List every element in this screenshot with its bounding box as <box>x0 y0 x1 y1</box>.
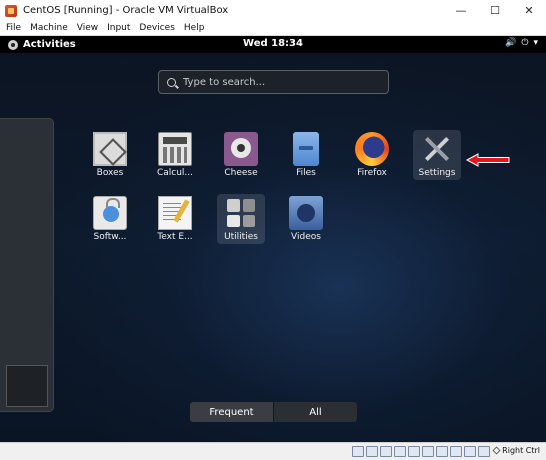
cheese-icon <box>224 132 258 166</box>
text-editor-icon <box>158 196 192 230</box>
app-utilities[interactable]: Utilities <box>217 194 265 244</box>
network-icon[interactable] <box>394 446 406 457</box>
app-software[interactable]: Softw... <box>86 196 134 242</box>
app-label: Settings <box>418 168 456 178</box>
app-label: Utilities <box>224 232 258 242</box>
volume-icon: 🔊 <box>505 38 517 48</box>
app-cheese[interactable]: Cheese <box>217 132 265 178</box>
vm-status-bar: Right Ctrl <box>0 442 546 460</box>
system-tray[interactable]: 🔊 ⏻ ▾ <box>505 38 538 48</box>
tab-all[interactable]: All <box>274 402 357 422</box>
app-label: Files <box>296 168 316 178</box>
dash-app-grid-slot[interactable] <box>6 365 48 407</box>
app-label: Text E... <box>157 232 193 242</box>
display-icon[interactable] <box>436 446 448 457</box>
device-indicators <box>352 446 490 457</box>
chevron-down-icon: ▾ <box>533 38 538 48</box>
app-label: Firefox <box>357 168 387 178</box>
host-key-indicator: Right Ctrl <box>492 446 540 455</box>
menu-bar: File Machine View Input Devices Help <box>0 21 546 36</box>
videos-icon <box>289 196 323 230</box>
app-files[interactable]: Files <box>282 132 330 178</box>
host-key-label: Right Ctrl <box>502 446 540 455</box>
cpu-icon[interactable] <box>464 446 476 457</box>
maximize-button[interactable]: ☐ <box>478 0 512 21</box>
app-label: Boxes <box>96 168 124 178</box>
app-firefox[interactable]: Firefox <box>348 132 396 178</box>
software-icon <box>93 196 127 230</box>
app-label: Cheese <box>224 168 258 178</box>
tab-frequent[interactable]: Frequent <box>190 402 273 422</box>
virtualbox-window: CentOS [Running] - Oracle VM VirtualBox … <box>0 0 546 460</box>
power-icon: ⏻ <box>521 38 529 48</box>
minimize-button[interactable]: — <box>444 0 478 21</box>
menu-help[interactable]: Help <box>184 23 205 33</box>
recording-icon[interactable] <box>450 446 462 457</box>
search-box[interactable] <box>158 70 389 94</box>
usb-icon[interactable] <box>408 446 420 457</box>
window-controls: — ☐ ✕ <box>444 0 546 21</box>
calculator-icon <box>158 132 192 166</box>
dash-panel <box>0 118 54 412</box>
menu-file[interactable]: File <box>6 23 21 33</box>
menu-devices[interactable]: Devices <box>139 23 174 33</box>
menu-machine[interactable]: Machine <box>30 23 68 33</box>
menu-view[interactable]: View <box>77 23 98 33</box>
app-boxes[interactable]: Boxes <box>86 132 134 178</box>
app-view-tabs: Frequent All <box>190 402 357 422</box>
audio-icon[interactable] <box>380 446 392 457</box>
files-icon <box>293 132 319 166</box>
menu-input[interactable]: Input <box>107 23 130 33</box>
gnome-top-bar: Activities Wed 18:34 🔊 ⏻ ▾ <box>0 36 546 53</box>
app-videos[interactable]: Videos <box>282 196 330 242</box>
boxes-icon <box>93 132 127 166</box>
app-settings[interactable]: Settings <box>413 130 461 180</box>
mouse-integration-icon[interactable] <box>478 446 490 457</box>
optical-drive-icon[interactable] <box>366 446 378 457</box>
shared-folder-icon[interactable] <box>422 446 434 457</box>
red-arrow-annotation <box>466 153 510 167</box>
utilities-icon <box>224 196 258 230</box>
virtualbox-app-icon <box>5 4 17 17</box>
clock[interactable]: Wed 18:34 <box>0 38 546 49</box>
app-text-editor[interactable]: Text E... <box>151 196 199 242</box>
disk-icon[interactable] <box>352 446 364 457</box>
search-icon <box>167 77 176 87</box>
title-bar: CentOS [Running] - Oracle VM VirtualBox … <box>0 0 546 21</box>
keyboard-icon <box>492 446 501 455</box>
app-calculator[interactable]: Calcul... <box>151 132 199 178</box>
settings-icon <box>420 132 454 166</box>
firefox-icon <box>355 132 389 166</box>
guest-desktop: Activities Wed 18:34 🔊 ⏻ ▾ Boxes Calcul.… <box>0 36 546 442</box>
search-input[interactable] <box>183 76 373 88</box>
app-label: Softw... <box>93 232 127 242</box>
window-title: CentOS [Running] - Oracle VM VirtualBox <box>23 5 229 16</box>
app-label: Calcul... <box>156 168 194 178</box>
app-label: Videos <box>291 232 321 242</box>
close-button[interactable]: ✕ <box>512 0 546 21</box>
